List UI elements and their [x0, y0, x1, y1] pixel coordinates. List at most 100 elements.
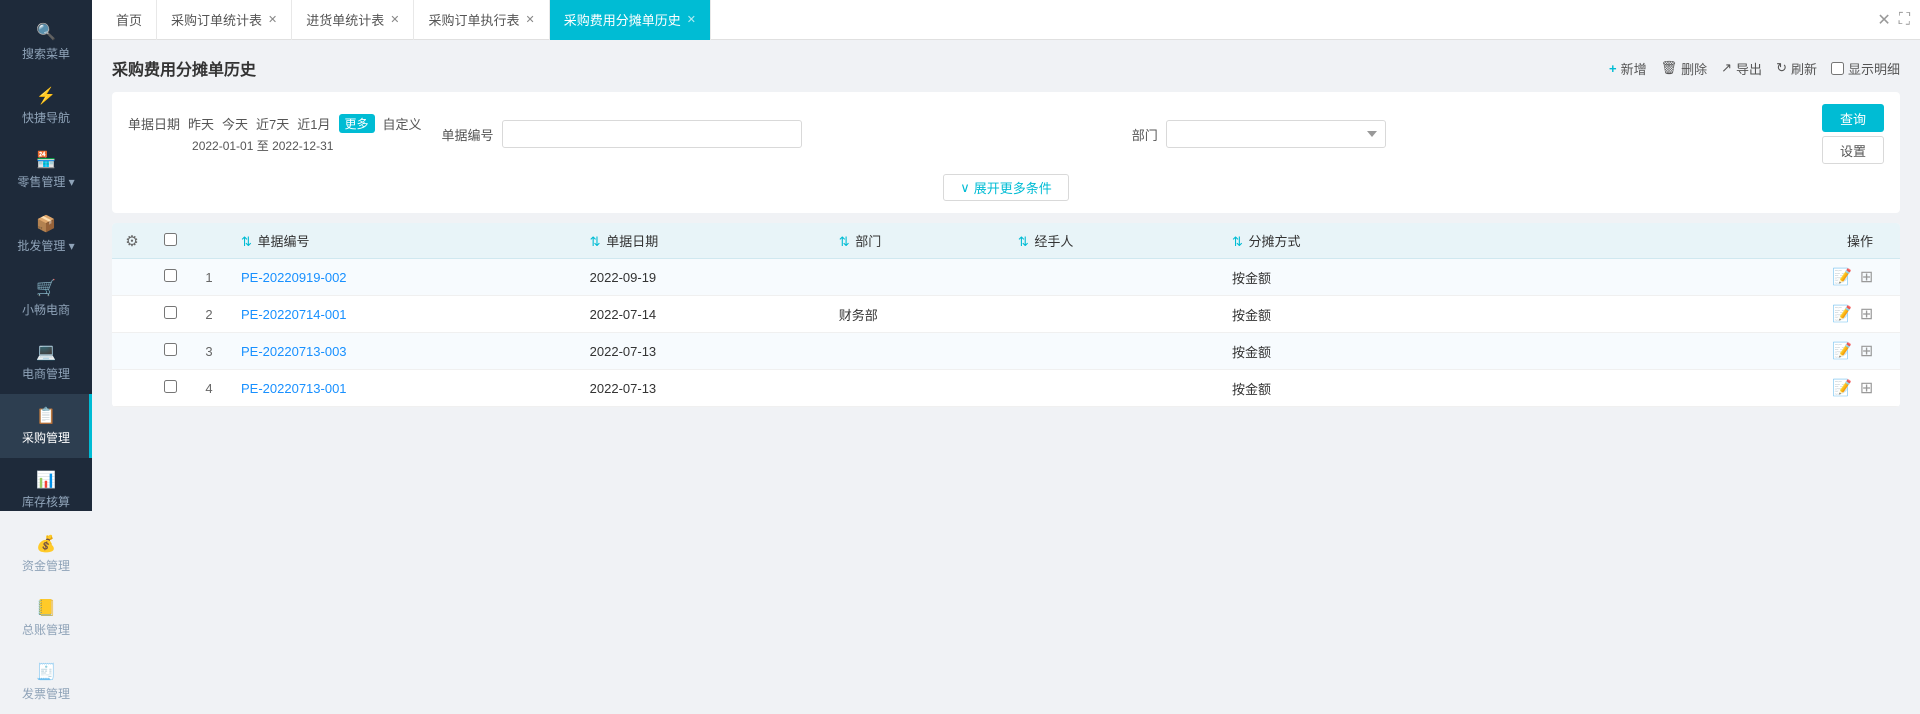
sort-split-method-icon[interactable]: ⇅ [1232, 234, 1243, 249]
row-dept-0 [827, 259, 1006, 296]
detail-icon-3[interactable]: ⊞ [1860, 378, 1873, 398]
edit-icon-0[interactable]: 📝 [1832, 267, 1852, 287]
row-checkbox-2[interactable] [164, 343, 177, 356]
doc-no-link-1[interactable]: PE-20220714-001 [241, 307, 347, 322]
detail-icon-1[interactable]: ⊞ [1860, 304, 1873, 324]
setting-button[interactable]: 设置 [1822, 136, 1884, 164]
sidebar-item-purchase[interactable]: 📋 采购管理 [0, 394, 92, 458]
edit-icon-3[interactable]: 📝 [1832, 378, 1852, 398]
edit-icon-1[interactable]: 📝 [1832, 304, 1852, 324]
edit-icon-2[interactable]: 📝 [1832, 341, 1852, 361]
sidebar-item-quick-nav[interactable]: ⚡ 快捷导航 [0, 74, 92, 138]
filter-area: 单据日期 昨天 今天 近7天 近1月 更多 自定义 2022-01-01 至 2… [112, 92, 1900, 213]
query-button[interactable]: 查询 [1822, 104, 1884, 132]
dept-select[interactable] [1166, 120, 1386, 148]
filter-buttons: 查询 设置 [1822, 104, 1884, 164]
doc-no-link-3[interactable]: PE-20220713-001 [241, 381, 347, 396]
custom-shortcut[interactable]: 自定义 [383, 114, 422, 133]
sidebar-item-mini-shop[interactable]: 🛒 小畅电商 [0, 266, 92, 330]
select-all-checkbox[interactable] [164, 233, 177, 246]
page-title: 采购费用分摊单历史 [112, 56, 256, 80]
yesterday-shortcut[interactable]: 昨天 [188, 114, 214, 133]
row-checkbox-0[interactable] [164, 269, 177, 282]
sidebar-item-invoice[interactable]: 🧾 发票管理 [0, 650, 92, 714]
th-doc-no: ⇅ 单据编号 [229, 223, 578, 259]
close-tab-purchase-order-exec[interactable]: ✕ [526, 13, 535, 26]
sidebar-item-capital[interactable]: 💰 资金管理 [0, 522, 92, 586]
more-shortcut[interactable]: 更多 [339, 114, 375, 133]
sidebar-item-inventory[interactable]: 📊 库存核算 [0, 458, 92, 522]
show-col-toggle[interactable]: 显示明细 [1831, 59, 1900, 78]
close-tab-purchase-order-stats[interactable]: ✕ [268, 13, 277, 26]
tab-goods-receipt-stats[interactable]: 进货单统计表 ✕ [292, 0, 414, 40]
last7days-shortcut[interactable]: 近7天 [256, 114, 289, 133]
date-filter-group: 单据日期 昨天 今天 近7天 近1月 更多 自定义 2022-01-01 至 2… [128, 114, 422, 154]
doc-no-input[interactable] [502, 120, 802, 148]
table: ⚙ ⇅ 单据编号 ⇅ 单据日期 [112, 223, 1900, 407]
sort-doc-no-icon[interactable]: ⇅ [241, 234, 252, 249]
dept-label: 部门 [1132, 125, 1158, 144]
row-handler-2 [1006, 333, 1220, 370]
row-checkbox-3[interactable] [164, 380, 177, 393]
sort-dept-icon[interactable]: ⇅ [839, 234, 850, 249]
wholesale-icon: 📦 [5, 214, 87, 234]
row-settings-0 [112, 259, 152, 296]
sidebar-item-ecommerce[interactable]: 💻 电商管理 [0, 330, 92, 394]
sort-handler-icon[interactable]: ⇅ [1018, 234, 1029, 249]
tab-purchase-order-stats[interactable]: 采购订单统计表 ✕ [157, 0, 292, 40]
detail-icon-2[interactable]: ⊞ [1860, 341, 1873, 361]
sidebar-item-retail[interactable]: 🏪 零售管理 ▾ [0, 138, 92, 202]
today-shortcut[interactable]: 今天 [222, 114, 248, 133]
th-handler: ⇅ 经手人 [1006, 223, 1220, 259]
tab-purchase-cost-split[interactable]: 采购费用分摊单历史 ✕ [550, 0, 711, 40]
row-settings-3 [112, 370, 152, 407]
search-icon: 🔍 [5, 22, 87, 42]
sidebar-item-wholesale[interactable]: 📦 批发管理 ▾ [0, 202, 92, 266]
detail-icon-0[interactable]: ⊞ [1860, 267, 1873, 287]
row-dept-3 [827, 370, 1006, 407]
purchase-icon: 📋 [5, 406, 87, 426]
active-indicator [89, 394, 92, 458]
row-doc-date-0: 2022-09-19 [578, 259, 827, 296]
main-area: 首页 采购订单统计表 ✕ 进货单统计表 ✕ 采购订单执行表 ✕ 采购费用分摊单历… [92, 0, 1920, 511]
show-col-checkbox[interactable] [1831, 62, 1844, 75]
last1month-shortcut[interactable]: 近1月 [297, 114, 330, 133]
doc-no-link-0[interactable]: PE-20220919-002 [241, 270, 347, 285]
maximize-window-icon[interactable]: ⛶ [1899, 11, 1910, 29]
tab-home[interactable]: 首页 [102, 0, 157, 40]
sidebar: 🔍 搜索菜单 ⚡ 快捷导航 🏪 零售管理 ▾ 📦 批发管理 ▾ 🛒 小畅电商 💻… [0, 0, 92, 511]
close-tab-purchase-cost-split[interactable]: ✕ [687, 13, 696, 26]
row-ops-0: 📝 ⊞ [1820, 259, 1900, 296]
close-tab-goods-receipt-stats[interactable]: ✕ [390, 13, 399, 26]
refresh-button[interactable]: ↻ 刷新 [1776, 59, 1817, 78]
ledger-icon: 📒 [5, 598, 87, 618]
row-num-3: 4 [189, 370, 229, 407]
row-settings-2 [112, 333, 152, 370]
sidebar-item-search[interactable]: 🔍 搜索菜单 [0, 10, 92, 74]
tab-purchase-order-exec[interactable]: 采购订单执行表 ✕ [414, 0, 549, 40]
add-icon: + [1609, 61, 1617, 76]
close-window-icon[interactable]: ✕ [1877, 10, 1890, 30]
doc-no-label: 单据编号 [442, 125, 494, 144]
row-doc-date-3: 2022-07-13 [578, 370, 827, 407]
export-button[interactable]: ↗ 导出 [1721, 59, 1762, 78]
expand-button[interactable]: ∨ 展开更多条件 [943, 174, 1069, 201]
chevron-down-icon: ∨ [960, 180, 970, 196]
row-dept-1: 财务部 [827, 296, 1006, 333]
row-action-icons-0: 📝 ⊞ [1832, 267, 1888, 287]
th-ops: 操作 [1820, 223, 1900, 259]
refresh-icon: ↻ [1776, 60, 1787, 76]
column-settings-icon[interactable]: ⚙ [125, 233, 138, 250]
row-action-icons-1: 📝 ⊞ [1832, 304, 1888, 324]
doc-no-link-2[interactable]: PE-20220713-003 [241, 344, 347, 359]
date-filter-content: 昨天 今天 近7天 近1月 更多 自定义 2022-01-01 至 2022-1… [188, 114, 422, 154]
row-action-icons-3: 📝 ⊞ [1832, 378, 1888, 398]
row-checkbox-1[interactable] [164, 306, 177, 319]
add-button[interactable]: + 新增 [1609, 59, 1647, 78]
sidebar-item-ledger[interactable]: 📒 总账管理 [0, 586, 92, 650]
row-dept-2 [827, 333, 1006, 370]
delete-button[interactable]: 🗑 删除 [1661, 59, 1708, 78]
sort-doc-date-icon[interactable]: ⇅ [590, 234, 601, 249]
row-num-0: 1 [189, 259, 229, 296]
table-body: 1 PE-20220919-002 2022-09-19 按金额 📝 ⊞ 2 P… [112, 259, 1900, 407]
